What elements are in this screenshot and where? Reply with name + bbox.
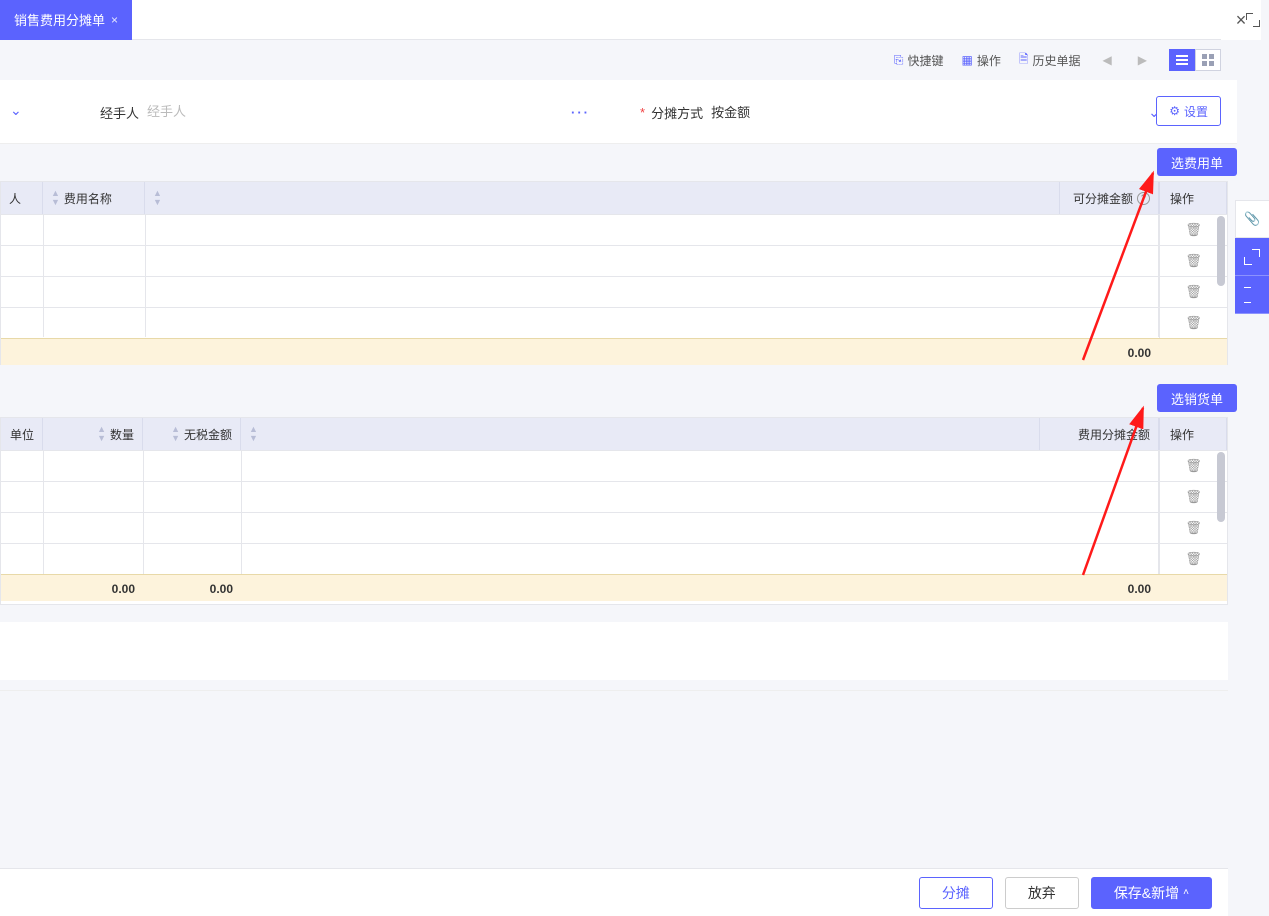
- trash-icon[interactable]: 🗑: [1185, 284, 1202, 300]
- expand-icon: [1244, 287, 1260, 303]
- settings-label: 设置: [1184, 103, 1208, 120]
- sort-icon: ▲▼: [249, 425, 258, 443]
- required-mark: *: [640, 105, 645, 120]
- table-row[interactable]: 🗑: [1, 276, 1227, 307]
- chevron-up-icon: ˄: [1183, 887, 1189, 898]
- method-input[interactable]: [711, 100, 1091, 124]
- paperclip-icon: 📎: [1244, 211, 1260, 227]
- th-operate: 操作: [1159, 182, 1227, 214]
- total-qty: 0.00: [43, 575, 143, 602]
- toolbar-history-label: 历史单据: [1033, 52, 1081, 69]
- th-allocatable-amount[interactable]: 可分摊金额?: [1059, 182, 1159, 214]
- view-grid-button[interactable]: [1195, 49, 1221, 71]
- total-notax: 0.00: [143, 575, 241, 602]
- list-icon: [1176, 55, 1188, 65]
- th-expense-name[interactable]: ▲▼费用名称: [43, 182, 145, 214]
- sales-table-footer: 0.00 0.00 0.00: [1, 574, 1227, 601]
- tab-active[interactable]: 销售费用分摊单 ×: [0, 0, 132, 40]
- blank-section: [0, 622, 1228, 680]
- sales-table-header: 单位 ▲▼数量 ▲▼无税金额 ▲▼ 费用分摊金额 操作: [1, 418, 1227, 450]
- toolbar-operate[interactable]: ▦ 操作: [962, 52, 1001, 69]
- blank-section-2: [0, 690, 1228, 870]
- attachment-button[interactable]: 📎: [1235, 200, 1269, 238]
- sort-icon: ▲▼: [171, 425, 180, 443]
- select-expense-button[interactable]: 选费用单: [1157, 148, 1237, 176]
- dock-expand-1[interactable]: [1235, 238, 1269, 276]
- table-row[interactable]: 🗑: [1, 307, 1227, 338]
- fullscreen-button[interactable]: [1237, 0, 1269, 40]
- expense-table-footer: 0.00: [1, 338, 1227, 365]
- sort-icon: ▲▼: [51, 189, 60, 207]
- handler-input[interactable]: [147, 100, 547, 124]
- save-and-new-button[interactable]: 保存&新增 ˄: [1091, 877, 1212, 909]
- scrollbar-thumb[interactable]: [1217, 452, 1225, 522]
- field-handler: 经手人 ···: [100, 80, 600, 144]
- handler-label: 经手人: [100, 103, 139, 122]
- handler-more-icon[interactable]: ···: [571, 105, 590, 120]
- save-new-label: 保存&新增: [1114, 883, 1179, 903]
- th-qty[interactable]: ▲▼数量: [43, 418, 143, 450]
- help-icon[interactable]: ?: [1137, 192, 1150, 205]
- th-partial[interactable]: 人: [1, 182, 43, 214]
- nav-prev-icon[interactable]: ◀: [1099, 53, 1116, 67]
- expand-icon: [1244, 249, 1260, 265]
- form-collapse-icon[interactable]: ⌄: [10, 102, 22, 119]
- sort-icon: ▲▼: [97, 425, 106, 443]
- table-row[interactable]: 🗑: [1, 481, 1227, 512]
- table-row[interactable]: 🗑: [1, 543, 1227, 574]
- doc-icon: 🗎: [1019, 50, 1029, 71]
- method-label: 分摊方式: [651, 103, 703, 122]
- scrollbar-thumb[interactable]: [1217, 216, 1225, 286]
- toolbar-shortcut-label: 快捷键: [907, 52, 943, 69]
- trash-icon[interactable]: 🗑: [1185, 520, 1202, 536]
- toolbar-history[interactable]: 🗎 历史单据: [1019, 50, 1081, 71]
- view-toggle: [1169, 49, 1221, 71]
- select-sales-button[interactable]: 选销货单: [1157, 384, 1237, 412]
- field-method: * 分摊方式 ⌄: [640, 80, 1160, 144]
- tab-bar: 销售费用分摊单 ×: [0, 0, 1237, 40]
- gear-icon: ⚙: [1169, 104, 1180, 118]
- th-notax[interactable]: ▲▼无税金额: [143, 418, 241, 450]
- grid-small-icon: ▦: [962, 53, 973, 67]
- sales-table: 单位 ▲▼数量 ▲▼无税金额 ▲▼ 费用分摊金额 操作 🗑 🗑 🗑 🗑 0.00…: [0, 417, 1228, 605]
- settings-button[interactable]: ⚙ 设置: [1156, 96, 1221, 126]
- dock-expand-2[interactable]: [1235, 276, 1269, 314]
- grid-icon: [1202, 54, 1214, 66]
- view-list-button[interactable]: [1169, 49, 1195, 71]
- table-row[interactable]: 🗑: [1, 512, 1227, 543]
- footer-bar: 分摊 放弃 保存&新增 ˄: [0, 868, 1228, 916]
- trash-icon[interactable]: 🗑: [1185, 253, 1202, 269]
- discard-button[interactable]: 放弃: [1005, 877, 1079, 909]
- sort-icon: ▲▼: [153, 189, 162, 207]
- table-row[interactable]: 🗑: [1, 245, 1227, 276]
- trash-icon[interactable]: 🗑: [1185, 315, 1202, 331]
- expense-table-header: 人 ▲▼费用名称 ▲▼ 可分摊金额? 操作: [1, 182, 1227, 214]
- toolbar: ⎘ 快捷键 ▦ 操作 🗎 历史单据 ◀ ▶: [0, 40, 1237, 80]
- trash-icon[interactable]: 🗑: [1185, 458, 1202, 474]
- toolbar-operate-label: 操作: [977, 52, 1001, 69]
- form-row: ⌄ 经手人 ··· * 分摊方式 ⌄ ⚙ 设置: [0, 80, 1237, 144]
- nav-next-icon[interactable]: ▶: [1134, 53, 1151, 67]
- fullscreen-icon: [1246, 13, 1260, 27]
- clipboard-icon: ⎘: [894, 53, 904, 68]
- toolbar-shortcut[interactable]: ⎘ 快捷键: [894, 52, 944, 69]
- expense-table: 人 ▲▼费用名称 ▲▼ 可分摊金额? 操作 🗑 🗑 🗑 🗑 0.00: [0, 181, 1228, 365]
- table-row[interactable]: 🗑: [1, 450, 1227, 481]
- th-unit[interactable]: 单位: [1, 418, 43, 450]
- th-alloc-amount[interactable]: 费用分摊金额: [1039, 418, 1159, 450]
- tab-close-icon[interactable]: ×: [111, 13, 118, 27]
- total-alloc: 0.00: [1039, 575, 1159, 602]
- trash-icon[interactable]: 🗑: [1185, 489, 1202, 505]
- table-row[interactable]: 🗑: [1, 214, 1227, 245]
- right-dock: 📎: [1235, 200, 1269, 314]
- trash-icon[interactable]: 🗑: [1185, 551, 1202, 567]
- allocate-button[interactable]: 分摊: [919, 877, 993, 909]
- trash-icon[interactable]: 🗑: [1185, 222, 1202, 238]
- total-allocatable: 0.00: [1059, 339, 1159, 366]
- tab-title: 销售费用分摊单: [14, 10, 105, 29]
- th-operate2: 操作: [1159, 418, 1227, 450]
